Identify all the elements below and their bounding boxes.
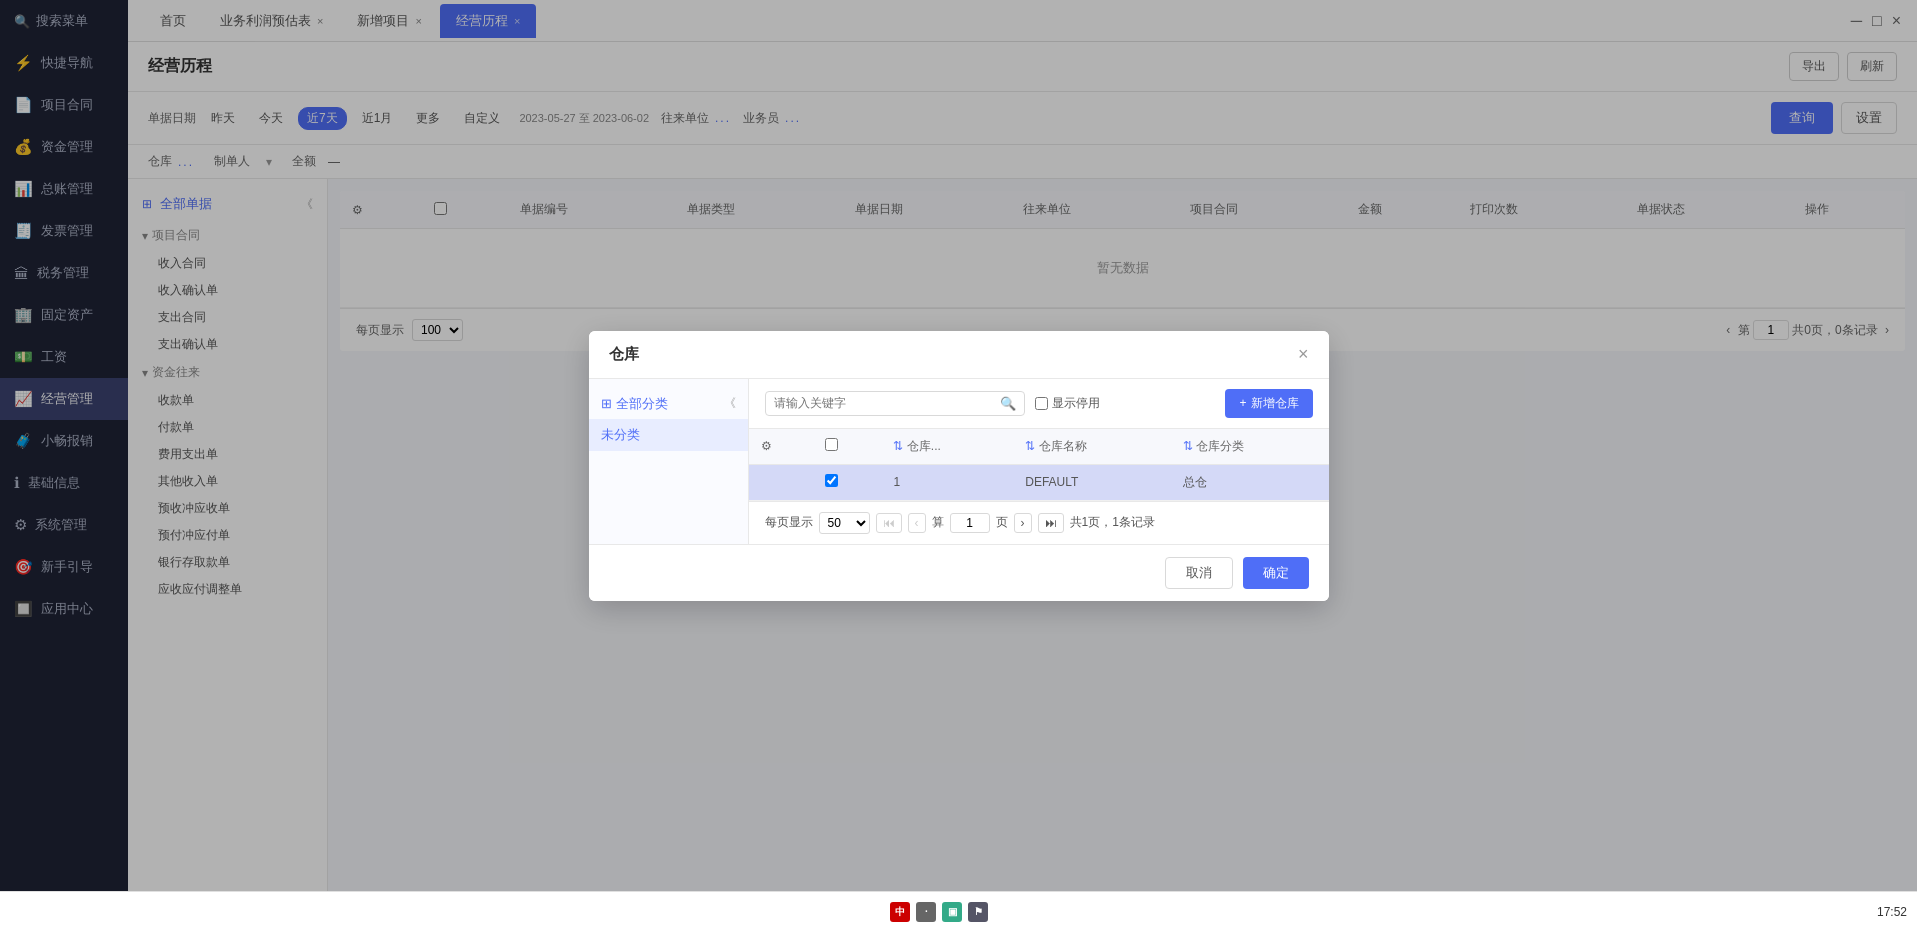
plus-icon: + bbox=[1239, 396, 1246, 410]
modal-row-code: DEFAULT bbox=[1013, 464, 1171, 500]
modal-col-code: ⇅ 仓库... bbox=[881, 429, 1013, 465]
tray-screen-icon[interactable]: ▣ bbox=[942, 902, 962, 922]
modal-tree-item-label: 未分类 bbox=[601, 427, 640, 442]
modal-col-name: ⇅ 仓库名称 bbox=[1013, 429, 1171, 465]
modal-row-gear bbox=[749, 464, 814, 500]
modal-cancel-button[interactable]: 取消 bbox=[1165, 557, 1233, 589]
modal-tree-header[interactable]: ⊞ 全部分类 《 bbox=[589, 389, 748, 419]
modal-tree-collapse[interactable]: 《 bbox=[724, 395, 736, 412]
modal-right: 🔍 显示停用 + 新增仓库 bbox=[749, 379, 1329, 544]
sort-asc-icon-2[interactable]: ⇅ bbox=[1025, 439, 1035, 453]
modal-page-label: 算 bbox=[932, 514, 944, 531]
modal-select-all[interactable] bbox=[825, 438, 838, 451]
modal-first-page-btn[interactable]: ⏮ bbox=[876, 513, 902, 533]
modal-footer: 取消 确定 bbox=[589, 544, 1329, 601]
modal-table-wrap: ⚙ ⇅ 仓库... ⇅ 仓库名称 ⇅ 仓库分类 bbox=[749, 429, 1329, 501]
add-warehouse-button[interactable]: + 新增仓库 bbox=[1225, 389, 1312, 418]
modal-col-checkbox[interactable] bbox=[813, 429, 881, 465]
grid-icon-modal: ⊞ bbox=[601, 396, 612, 411]
modal-table: ⚙ ⇅ 仓库... ⇅ 仓库名称 ⇅ 仓库分类 bbox=[749, 429, 1329, 501]
modal-tree-item-uncategorized[interactable]: 未分类 bbox=[589, 419, 748, 451]
modal-page-input[interactable] bbox=[950, 513, 990, 533]
tray-flag-icon[interactable]: ⚑ bbox=[968, 902, 988, 922]
modal-search-input[interactable] bbox=[774, 396, 996, 410]
modal-next-page-btn[interactable]: › bbox=[1014, 513, 1032, 533]
modal-total-info: 共1页，1条记录 bbox=[1070, 514, 1155, 531]
modal-overlay[interactable]: 仓库 × ⊞ 全部分类 《 未分类 bbox=[0, 0, 1917, 931]
warehouse-modal: 仓库 × ⊞ 全部分类 《 未分类 bbox=[589, 331, 1329, 601]
modal-tree: ⊞ 全部分类 《 未分类 bbox=[589, 379, 749, 544]
show-disabled-checkbox[interactable] bbox=[1035, 397, 1048, 410]
tray-dot-icon[interactable]: · bbox=[916, 902, 936, 922]
sort-asc-icon-3[interactable]: ⇅ bbox=[1183, 439, 1193, 453]
gear-col-icon[interactable]: ⚙ bbox=[761, 439, 772, 453]
modal-search-icon: 🔍 bbox=[1000, 396, 1016, 411]
taskbar: 中 · ▣ ⚑ 17:52 bbox=[0, 891, 1917, 931]
taskbar-time: 17:52 bbox=[1877, 905, 1907, 919]
sort-asc-icon[interactable]: ⇅ bbox=[893, 439, 903, 453]
modal-row-name: 总仓 bbox=[1171, 464, 1329, 500]
modal-per-page-select[interactable]: 50 100 bbox=[819, 512, 870, 534]
modal-col-category: ⇅ 仓库分类 bbox=[1171, 429, 1329, 465]
modal-close-button[interactable]: × bbox=[1298, 345, 1309, 363]
warehouse-checkbox[interactable] bbox=[825, 474, 838, 487]
taskbar-icons: 中 · ▣ ⚑ bbox=[890, 902, 988, 922]
modal-per-page-label: 每页显示 bbox=[765, 514, 813, 531]
modal-body: ⊞ 全部分类 《 未分类 🔍 显示停用 bbox=[589, 379, 1329, 544]
modal-pagination: 每页显示 50 100 ⏮ ‹ 算 页 › ⏭ 共1页，1条记录 bbox=[749, 501, 1329, 544]
show-disabled-checkbox-label[interactable]: 显示停用 bbox=[1035, 395, 1100, 412]
modal-row-checkbox[interactable] bbox=[813, 464, 881, 500]
show-disabled-text: 显示停用 bbox=[1052, 395, 1100, 412]
modal-title: 仓库 bbox=[609, 345, 639, 364]
warehouse-row[interactable]: 1 DEFAULT 总仓 bbox=[749, 464, 1329, 500]
tray-zh-icon[interactable]: 中 bbox=[890, 902, 910, 922]
modal-header: 仓库 × bbox=[589, 331, 1329, 379]
modal-page-suffix: 页 bbox=[996, 514, 1008, 531]
add-warehouse-label: 新增仓库 bbox=[1251, 395, 1299, 412]
modal-search-box[interactable]: 🔍 bbox=[765, 391, 1025, 416]
modal-confirm-button[interactable]: 确定 bbox=[1243, 557, 1309, 589]
modal-toolbar: 🔍 显示停用 + 新增仓库 bbox=[749, 379, 1329, 429]
modal-prev-page-btn[interactable]: ‹ bbox=[908, 513, 926, 533]
modal-tree-header-label: 全部分类 bbox=[616, 395, 668, 413]
modal-last-page-btn[interactable]: ⏭ bbox=[1038, 513, 1064, 533]
modal-col-gear[interactable]: ⚙ bbox=[749, 429, 814, 465]
modal-row-id: 1 bbox=[881, 464, 1013, 500]
